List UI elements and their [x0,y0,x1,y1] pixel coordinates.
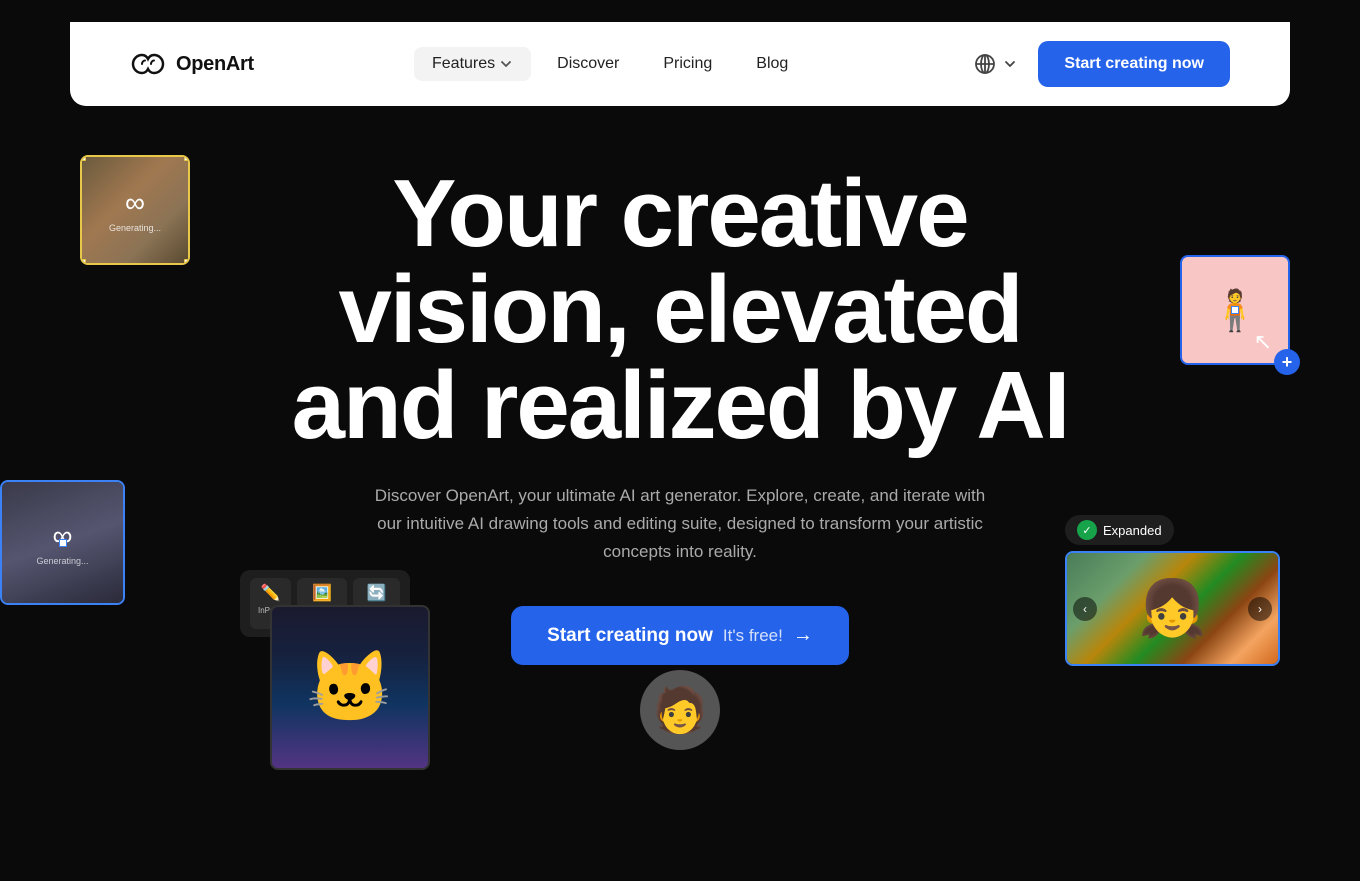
nav-discover[interactable]: Discover [539,47,637,81]
hero-title: Your creative vision, elevated and reali… [230,166,1130,454]
nav-features[interactable]: Features [414,47,531,81]
chevron-down-icon [1002,56,1018,72]
openart-logo-icon [130,53,166,75]
nav-cta-button[interactable]: Start creating now [1038,41,1230,87]
hero-cta-free-label: It's free! [723,626,783,646]
hero-section: Your creative vision, elevated and reali… [0,106,1360,665]
logo-wordmark: OpenArt [176,53,254,76]
nav-blog[interactable]: Blog [738,47,806,81]
logo[interactable]: OpenArt [130,53,254,76]
nav-right: Start creating now [966,41,1230,87]
nav-links: Features Discover Pricing Blog [414,47,806,81]
globe-icon [974,53,996,75]
hero-cta-button[interactable]: Start creating now It's free! → [511,606,849,665]
navbar: OpenArt Features Discover Pricing Blog [70,22,1290,106]
nav-pricing[interactable]: Pricing [645,47,730,81]
cat-fantasy-emoji: 🧑 [653,684,708,736]
hero-cta-arrow-icon: → [793,624,813,647]
hero-subtitle: Discover OpenArt, your ultimate AI art g… [370,482,990,566]
bottom-avatar-circle: 🧑 [640,670,720,750]
chevron-down-icon [499,57,513,71]
language-selector[interactable] [966,45,1026,83]
